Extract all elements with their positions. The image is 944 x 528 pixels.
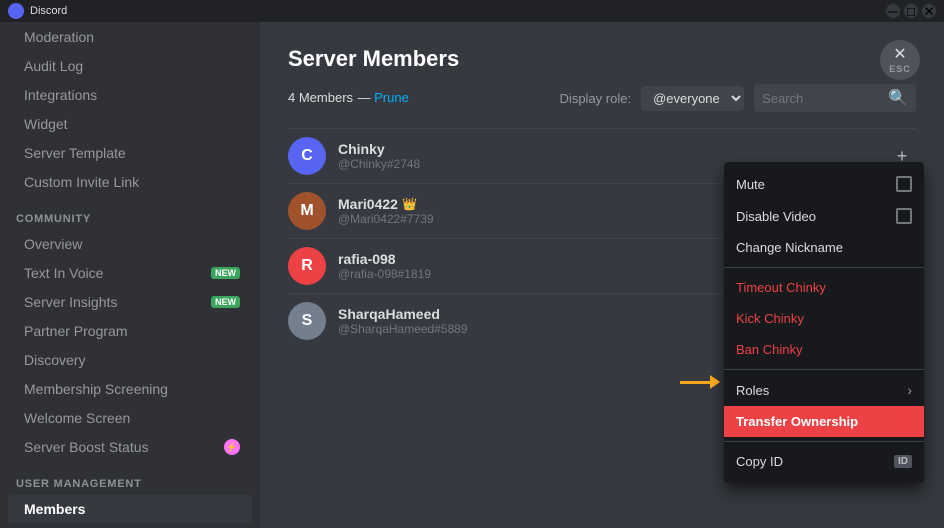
avatar: R: [288, 247, 326, 285]
sidebar-item-server-insights[interactable]: Server Insights NEW: [8, 288, 252, 316]
esc-button[interactable]: ✕ ESC: [880, 40, 920, 80]
sidebar-item-welcome-screen[interactable]: Welcome Screen: [8, 404, 252, 432]
ctx-separator-3: [724, 441, 924, 442]
community-section-header: Community: [0, 197, 260, 229]
members-count-container: 4 Members — Prune: [288, 89, 409, 107]
boost-icon: ⚡: [224, 439, 240, 455]
sidebar-item-invites[interactable]: Invites: [8, 524, 252, 528]
ctx-mute[interactable]: Mute: [724, 168, 924, 200]
mute-checkbox[interactable]: [896, 176, 912, 192]
member-name: Chinky: [338, 141, 876, 157]
sidebar-item-server-template[interactable]: Server Template: [8, 139, 252, 167]
id-badge-icon: ID: [894, 455, 912, 468]
context-menu: Mute Disable Video Change Nickname Timeo…: [724, 162, 924, 483]
esc-x-icon: ✕: [893, 47, 906, 63]
discord-logo: [8, 3, 24, 19]
title-bar-title: Discord: [30, 5, 67, 17]
ctx-separator-2: [724, 369, 924, 370]
search-icon: 🔍: [888, 88, 908, 108]
ctx-separator-1: [724, 267, 924, 268]
members-filter: Display role: @everyone 🔍: [560, 84, 916, 112]
new-badge-text-in-voice: NEW: [211, 267, 240, 279]
sidebar-item-moderation[interactable]: Moderation: [8, 23, 252, 51]
esc-label: ESC: [889, 64, 911, 74]
members-count: 4 Members: [288, 90, 353, 105]
role-select[interactable]: @everyone: [641, 86, 744, 111]
minimize-button[interactable]: ─: [886, 4, 900, 18]
sidebar-item-text-in-voice[interactable]: Text In Voice NEW: [8, 259, 252, 287]
members-meta: 4 Members — Prune Display role: @everyon…: [288, 84, 916, 112]
disable-video-checkbox[interactable]: [896, 208, 912, 224]
ctx-timeout[interactable]: Timeout Chinky: [724, 272, 924, 303]
display-role-label: Display role:: [560, 91, 632, 106]
ctx-copy-id[interactable]: Copy ID ID: [724, 446, 924, 477]
ctx-kick[interactable]: Kick Chinky: [724, 303, 924, 334]
prune-link[interactable]: Prune: [374, 90, 409, 105]
sidebar-item-discovery[interactable]: Discovery: [8, 346, 252, 374]
close-button[interactable]: ✕: [922, 4, 936, 18]
search-input[interactable]: [762, 91, 882, 106]
sidebar-item-membership-screening[interactable]: Membership Screening: [8, 375, 252, 403]
search-box: 🔍: [754, 84, 916, 112]
user-management-section-header: User Management: [0, 462, 260, 494]
sidebar-item-overview[interactable]: Overview: [8, 230, 252, 258]
arrow-shaft: [680, 381, 710, 384]
sidebar-item-members[interactable]: Members: [8, 495, 252, 523]
ctx-change-nickname[interactable]: Change Nickname: [724, 232, 924, 263]
new-badge-server-insights: NEW: [211, 296, 240, 308]
crown-icon: 👑: [402, 197, 417, 211]
title-bar-controls[interactable]: ─ □ ✕: [886, 4, 936, 18]
submenu-arrow-icon: ›: [907, 382, 912, 398]
ctx-transfer-ownership[interactable]: Transfer Ownership: [724, 406, 924, 437]
sidebar-item-server-boost[interactable]: Server Boost Status ⚡: [8, 433, 252, 461]
title-bar: Discord ─ □ ✕: [0, 0, 944, 22]
main-content: Server Members 4 Members — Prune Display…: [260, 22, 944, 528]
sidebar-item-audit-log[interactable]: Audit Log: [8, 52, 252, 80]
ctx-roles[interactable]: Roles ›: [724, 374, 924, 406]
sidebar: Moderation Audit Log Integrations Widget…: [0, 22, 260, 528]
ctx-ban[interactable]: Ban Chinky: [724, 334, 924, 365]
arrow-indicator: [680, 375, 720, 389]
sidebar-item-integrations[interactable]: Integrations: [8, 81, 252, 109]
avatar: M: [288, 192, 326, 230]
page-title: Server Members: [288, 46, 916, 72]
avatar: C: [288, 137, 326, 175]
sidebar-item-widget[interactable]: Widget: [8, 110, 252, 138]
app-container: Moderation Audit Log Integrations Widget…: [0, 22, 944, 528]
sidebar-item-custom-invite[interactable]: Custom Invite Link: [8, 168, 252, 196]
title-bar-left: Discord: [8, 3, 67, 19]
ctx-disable-video[interactable]: Disable Video: [724, 200, 924, 232]
arrow-head: [710, 375, 720, 389]
maximize-button[interactable]: □: [904, 4, 918, 18]
avatar: S: [288, 302, 326, 340]
sidebar-item-partner-program[interactable]: Partner Program: [8, 317, 252, 345]
